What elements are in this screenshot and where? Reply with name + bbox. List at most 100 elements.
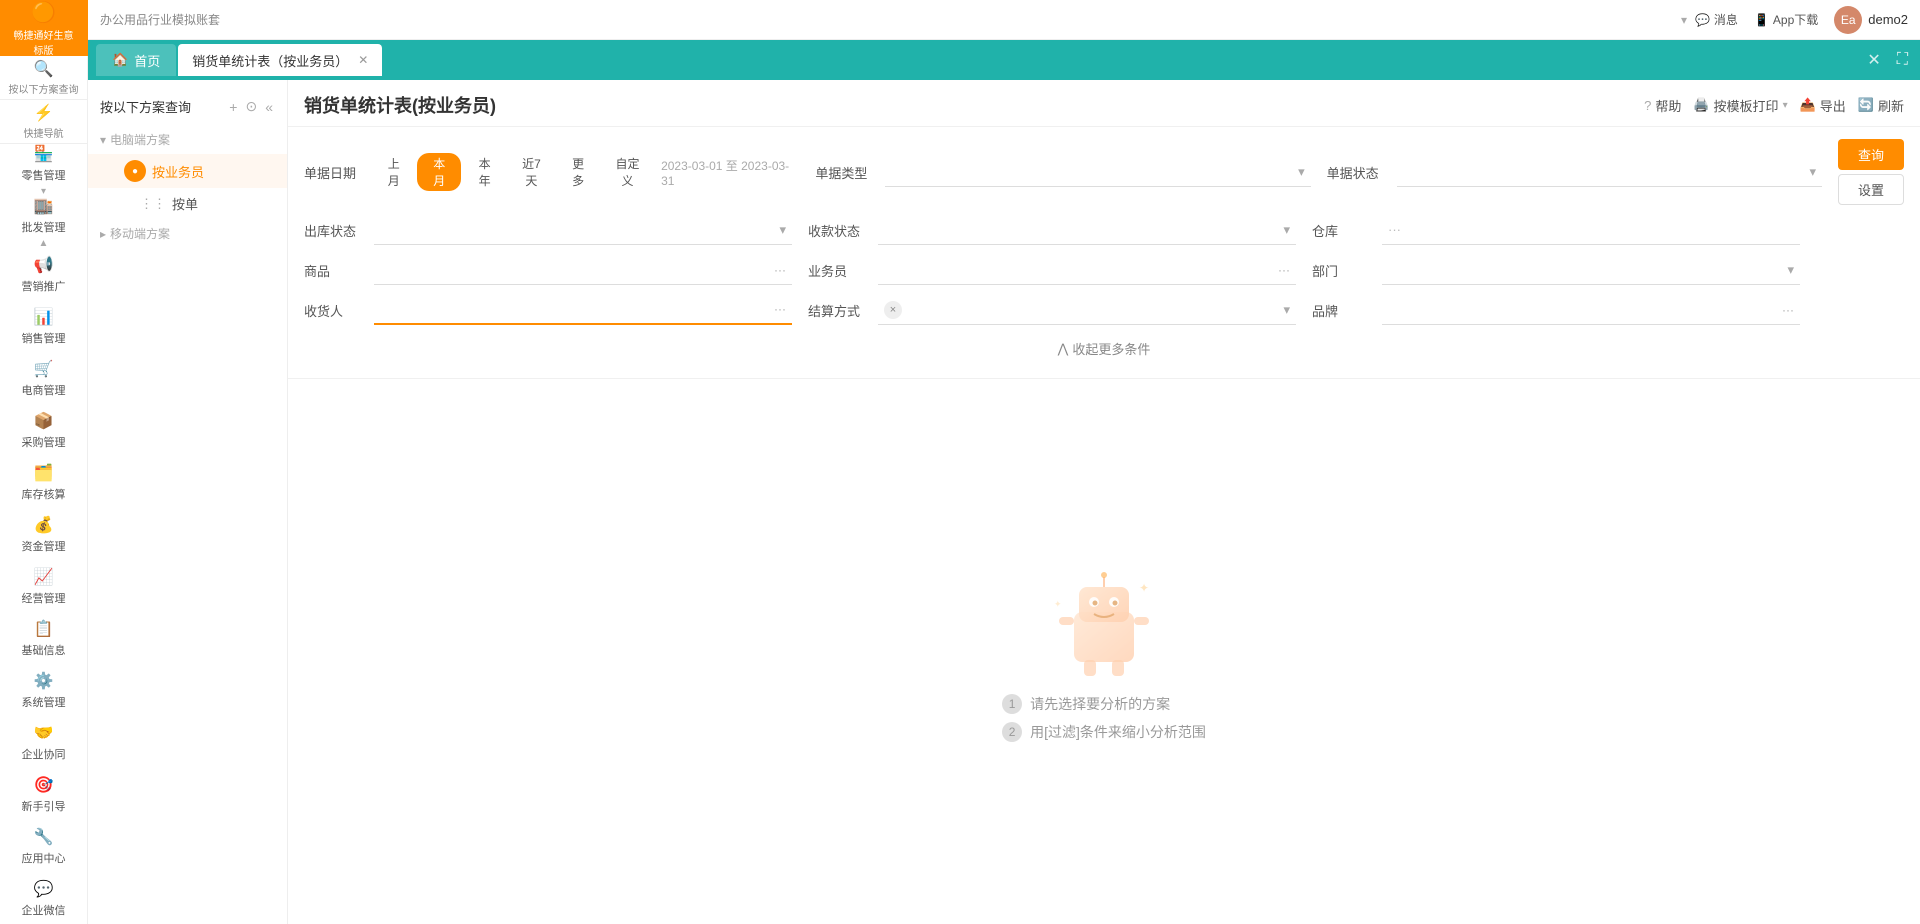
filter-outstatus-select[interactable]: ▾: [374, 215, 792, 245]
appcenter-icon: 🔧: [34, 827, 54, 847]
filter-settle-tag-close[interactable]: ×: [884, 301, 902, 319]
sidebar-item-basic[interactable]: 📋 基础信息: [0, 612, 88, 664]
export-label: 导出: [1820, 96, 1846, 115]
collapse-panel-btn[interactable]: «: [263, 97, 275, 117]
export-action[interactable]: 📤 导出: [1800, 96, 1846, 115]
left-panel: 按以下方案查询 + ⊙ « ▾ 电脑端方案 ● 按业务员: [88, 80, 288, 924]
message-action[interactable]: 💬 消息: [1695, 11, 1738, 28]
sidebar-item-newbie-label: 新手引导: [22, 798, 66, 814]
filter-warehouse-value: ···: [1388, 222, 1401, 237]
settings-button[interactable]: 设置: [1838, 174, 1904, 205]
filter-brand-field[interactable]: ···: [1382, 295, 1800, 325]
phone-icon: 📱: [1754, 13, 1769, 27]
date-btn-last-month[interactable]: 上月: [374, 152, 413, 192]
sidebar-item-purchase-label: 采购管理: [22, 434, 66, 450]
tree-mobile-header[interactable]: ▸ 移动端方案: [88, 219, 287, 248]
filter-docstatus-select[interactable]: ▾: [1397, 157, 1822, 187]
sidebar-item-newbie[interactable]: 🎯 新手引导: [0, 768, 88, 820]
date-btn-custom[interactable]: 自定义: [602, 152, 653, 192]
salesman-icon-text: ●: [132, 166, 138, 177]
tree-child-salesman[interactable]: ● 按业务员: [88, 154, 287, 188]
sidebar-item-retail[interactable]: 🏪 零售管理 ▾: [0, 144, 88, 196]
tree-sub-bidan[interactable]: ⋮⋮ 按单: [88, 188, 287, 219]
date-btn-more[interactable]: 更多: [558, 152, 597, 192]
filter-consignee-field[interactable]: ···: [374, 295, 792, 325]
sidebar-item-ecommerce[interactable]: 🛒 电商管理: [0, 352, 88, 404]
refresh-action[interactable]: 🔄 刷新: [1858, 96, 1904, 115]
sidebar-item-search[interactable]: 🔍 按以下方案查询: [0, 56, 88, 100]
filter-warehouse-select[interactable]: ···: [1382, 215, 1800, 245]
username-label[interactable]: demo2: [1868, 12, 1908, 27]
brand-more-icon[interactable]: ···: [1782, 303, 1794, 317]
print-action[interactable]: 🖨️ 按模板打印 ▾: [1693, 96, 1787, 115]
avatar[interactable]: Ea: [1834, 6, 1862, 34]
salesman-more-icon[interactable]: ···: [1278, 263, 1290, 277]
filter-doctype-select[interactable]: ▾: [885, 157, 1310, 187]
app-download-action[interactable]: 📱 App下载: [1754, 11, 1818, 28]
date-btn-this-year[interactable]: 本年: [465, 152, 504, 192]
sales-icon: 📊: [34, 307, 54, 327]
goods-more-icon[interactable]: ···: [774, 263, 786, 277]
date-btn-7days[interactable]: 近7天: [508, 152, 554, 192]
tabbar-right: ✕ ⛶: [1863, 46, 1912, 74]
filter-doctype-label: 单据类型: [815, 163, 885, 182]
consignee-more-icon[interactable]: ···: [774, 302, 786, 316]
tab-close-window-btn[interactable]: ✕: [1863, 46, 1884, 74]
sidebar-item-purchase[interactable]: 📦 采购管理: [0, 404, 88, 456]
sidebar-item-ecommerce-label: 电商管理: [22, 382, 66, 398]
query-button[interactable]: 查询: [1838, 139, 1904, 170]
help-action[interactable]: ? 帮助: [1644, 96, 1681, 115]
collapse-bar: ⋀ 收起更多条件: [304, 331, 1904, 366]
tab-home[interactable]: 🏠 首页: [96, 44, 176, 76]
filter-consignee-group: 收货人 ···: [304, 295, 792, 325]
collapse-more-btn[interactable]: ⋀ 收起更多条件: [1058, 339, 1151, 358]
sidebar-item-system[interactable]: ⚙️ 系统管理: [0, 664, 88, 716]
sidebar-item-appcenter-label: 应用中心: [22, 850, 66, 866]
search-icon: 🔍: [34, 59, 54, 79]
empty-illustration: ✦ ✦: [1044, 562, 1164, 682]
sidebar-item-wholesale[interactable]: 🏬 批发管理 ▲: [0, 196, 88, 248]
print-arrow[interactable]: ▾: [1783, 100, 1788, 111]
settings-scheme-btn[interactable]: ⊙: [243, 96, 259, 117]
content-area: 按以下方案查询 + ⊙ « ▾ 电脑端方案 ● 按业务员: [88, 80, 1920, 924]
sidebar-item-enterprise[interactable]: 🤝 企业协同: [0, 716, 88, 768]
tree-desktop-header[interactable]: ▾ 电脑端方案: [88, 125, 287, 154]
help-label: 帮助: [1655, 96, 1681, 115]
user-area[interactable]: Ea demo2: [1834, 6, 1908, 34]
filter-goods-label: 商品: [304, 261, 374, 280]
sidebar-item-operations[interactable]: 📈 经营管理: [0, 560, 88, 612]
filter-receiptstatus-select[interactable]: ▾: [878, 215, 1296, 245]
date-btn-this-month[interactable]: 本月: [417, 153, 460, 191]
filter-settle-group: 结算方式 × ▾: [808, 295, 1296, 325]
sidebar-item-finance[interactable]: 💰 资金管理: [0, 508, 88, 560]
newbie-icon: 🎯: [34, 775, 54, 795]
filter-goods-field[interactable]: ···: [374, 255, 792, 285]
filter-brand-label: 品牌: [1312, 301, 1382, 320]
sidebar-item-marketing[interactable]: 📢 营销推广: [0, 248, 88, 300]
filter-salesman-field[interactable]: ···: [878, 255, 1296, 285]
sidebar-item-quicknav[interactable]: ⚡ 快捷导航: [0, 100, 88, 144]
logo-text: 畅捷通好生意: [14, 27, 74, 42]
breadcrumb-arrow[interactable]: ▾: [1681, 13, 1687, 27]
filter-dept-label: 部门: [1312, 261, 1382, 280]
add-scheme-btn[interactable]: +: [227, 97, 239, 117]
tab-maximize-btn[interactable]: ⛶: [1893, 47, 1912, 73]
sidebar-item-inventory[interactable]: 🗂️ 库存核算: [0, 456, 88, 508]
tab-sales-stat[interactable]: 销货单统计表（按业务员） ✕: [178, 44, 382, 76]
filter-settle-select[interactable]: × ▾: [878, 295, 1296, 325]
date-range-text: 2023-03-01 至 2023-03-31: [661, 157, 799, 188]
collapse-chevron-icon: ⋀: [1058, 341, 1069, 357]
sidebar-item-appcenter[interactable]: 🔧 应用中心: [0, 820, 88, 872]
refresh-icon: 🔄: [1858, 97, 1874, 113]
sidebar-logo[interactable]: 🟠 畅捷通好生意 标版: [0, 0, 88, 56]
sidebar-item-wechat[interactable]: 💬 企业微信: [0, 872, 88, 924]
tab-close-icon[interactable]: ✕: [358, 53, 368, 67]
tree-mobile: ▸ 移动端方案: [88, 219, 287, 248]
filter-outstatus-group: 出库状态 ▾: [304, 215, 792, 245]
filter-dept-select[interactable]: ▾: [1382, 255, 1800, 285]
sidebar-item-sales[interactable]: 📊 销售管理: [0, 300, 88, 352]
filter-area: 单据日期 上月 本月 本年 近7天 更多 自定义 2023-03-01 至 20…: [288, 127, 1920, 379]
sidebar-item-basic-label: 基础信息: [22, 642, 66, 658]
filter-receiptstatus-label: 收款状态: [808, 221, 878, 240]
sidebar-search-label: 按以下方案查询: [9, 81, 79, 96]
